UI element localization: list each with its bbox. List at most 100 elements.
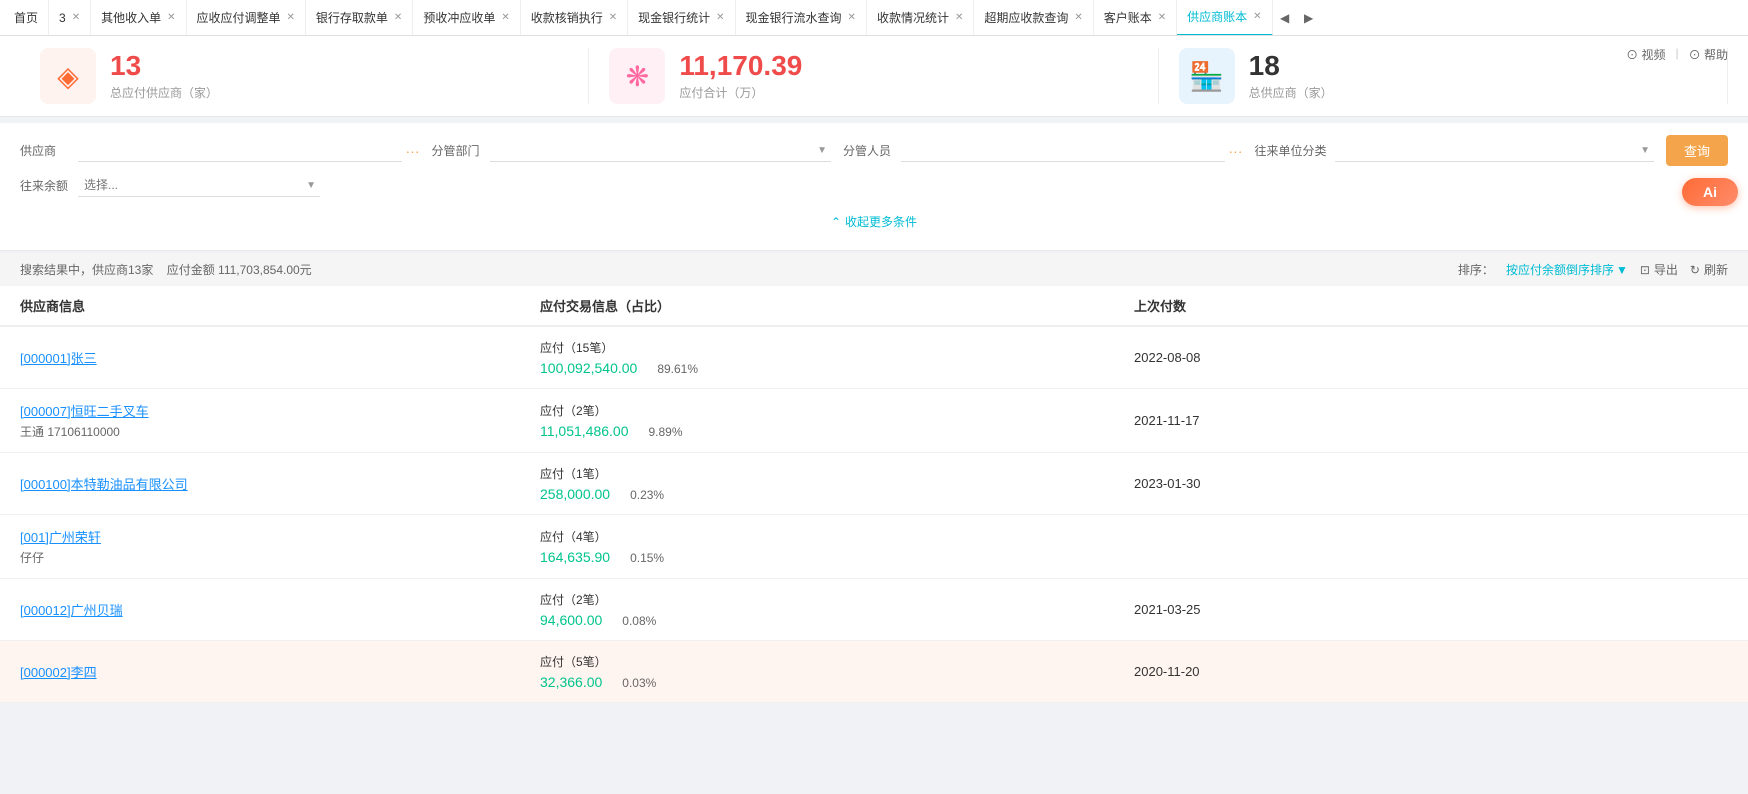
table-row: [001]广州荣轩 仔仔 应付（4笔） 164,635.90 0.15% <box>0 515 1748 579</box>
chevron-down-icon[interactable]: ▼ <box>302 180 320 191</box>
dept-input[interactable] <box>490 139 814 161</box>
video-link[interactable]: ⊙ 视频 <box>1626 46 1665 63</box>
close-icon[interactable]: ✕ <box>394 12 402 23</box>
nav-item-supplier-ledger[interactable]: 供应商账本 ✕ <box>1177 0 1272 36</box>
balance-label: 往来余额 <box>20 177 70 194</box>
close-icon[interactable]: ✕ <box>287 12 295 23</box>
nav-3-label: 3 <box>59 11 66 25</box>
tx-row: 94,600.00 0.08% <box>540 612 1134 628</box>
tx-label: 应付（1笔） <box>540 465 1134 482</box>
supplier-link[interactable]: [001]广州荣轩 <box>20 527 540 546</box>
close-icon[interactable]: ✕ <box>72 12 80 23</box>
nav-item-prepay[interactable]: 预收冲应收单 ✕ <box>413 0 520 36</box>
category-input[interactable] <box>1335 139 1637 161</box>
close-icon[interactable]: ✕ <box>609 12 617 23</box>
nav-supplier-ledger-label: 供应商账本 <box>1187 8 1247 25</box>
nav-item-cashflow[interactable]: 现金银行流水查询 ✕ <box>736 0 867 36</box>
nav-item-receipt[interactable]: 收款核销执行 ✕ <box>521 0 628 36</box>
chevron-down-icon[interactable]: ▼ <box>1636 145 1654 156</box>
tx-info-cell: 应付（4笔） 164,635.90 0.15% <box>540 528 1134 565</box>
balance-input[interactable] <box>78 174 302 196</box>
tx-row: 32,366.00 0.03% <box>540 674 1134 690</box>
supplier-link[interactable]: [000100]本特勒油品有限公司 <box>20 474 540 493</box>
close-icon[interactable]: ✕ <box>1253 11 1261 22</box>
supplier-info-cell: [000001]张三 <box>20 348 540 367</box>
tx-amount[interactable]: 94,600.00 <box>540 612 602 628</box>
person-input[interactable] <box>901 139 1225 162</box>
tx-amount[interactable]: 100,092,540.00 <box>540 360 637 376</box>
supplier-icon: ◈ <box>40 48 96 104</box>
supplier-link[interactable]: [000007]恒旺二手叉车 <box>20 401 540 420</box>
last-pay-cell: 2021-11-17 <box>1134 413 1728 428</box>
nav-item-overdue[interactable]: 超期应收款查询 ✕ <box>974 0 1093 36</box>
sort-value: 按应付余额倒序排序 <box>1506 261 1614 278</box>
tx-info-cell: 应付（2笔） 11,051,486.00 9.89% <box>540 402 1134 439</box>
tx-row: 11,051,486.00 9.89% <box>540 423 1134 439</box>
help-link[interactable]: ⊙ 帮助 <box>1689 46 1728 63</box>
close-icon[interactable]: ✕ <box>167 12 175 23</box>
help-label: 帮助 <box>1704 48 1728 62</box>
export-label: 导出 <box>1654 261 1678 278</box>
tx-percent: 89.61% <box>657 362 698 376</box>
ai-label: Ai <box>1703 184 1717 200</box>
tx-amount[interactable]: 258,000.00 <box>540 486 610 502</box>
table-row: [000001]张三 应付（15笔） 100,092,540.00 89.61%… <box>0 327 1748 389</box>
sort-area: 排序： 按应付余额倒序排序 ▼ ⊡ 导出 ↻ 刷新 <box>1458 261 1728 278</box>
last-pay-cell: 2021-03-25 <box>1134 602 1728 617</box>
nav-receipt-stat-label: 收款情况统计 <box>877 9 949 26</box>
video-label: 视频 <box>1641 48 1665 62</box>
tx-amount[interactable]: 11,051,486.00 <box>540 423 629 439</box>
category-label: 往来单位分类 <box>1255 142 1327 159</box>
supplier-dots-btn[interactable]: ··· <box>406 143 420 159</box>
sort-select[interactable]: 按应付余额倒序排序 ▼ <box>1506 261 1628 278</box>
close-icon[interactable]: ✕ <box>955 12 963 23</box>
supplier-link[interactable]: [000002]李四 <box>20 662 540 681</box>
query-button[interactable]: 查询 <box>1666 135 1728 166</box>
supplier-link[interactable]: [000001]张三 <box>20 348 540 367</box>
tx-info-cell: 应付（1笔） 258,000.00 0.23% <box>540 465 1134 502</box>
stat-payable-total-number: 11,170.39 <box>679 52 802 80</box>
nav-item-customer-ledger[interactable]: 客户账本 ✕ <box>1094 0 1177 36</box>
nav-item-3[interactable]: 3 ✕ <box>49 0 91 36</box>
nav-item-bank[interactable]: 银行存取款单 ✕ <box>306 0 413 36</box>
ai-badge[interactable]: Ai <box>1682 178 1738 206</box>
nav-item-home[interactable]: 首页 <box>4 0 49 36</box>
close-icon[interactable]: ✕ <box>1158 12 1166 23</box>
person-dots-btn[interactable]: ··· <box>1229 143 1243 159</box>
chevron-down-icon[interactable]: ▼ <box>813 145 831 156</box>
nav-item-adjust[interactable]: 应收应付调整单 ✕ <box>187 0 306 36</box>
nav-item-cashbank[interactable]: 现金银行统计 ✕ <box>628 0 735 36</box>
export-button[interactable]: ⊡ 导出 <box>1640 261 1678 278</box>
tx-label: 应付（2笔） <box>540 402 1134 419</box>
nav-customer-ledger-label: 客户账本 <box>1104 9 1152 26</box>
person-field: 分管人员 ··· <box>843 139 1243 162</box>
close-icon[interactable]: ✕ <box>716 12 724 23</box>
supplier-info-cell: [000002]李四 <box>20 662 540 681</box>
nav-left-arrow[interactable]: ◀ <box>1273 0 1297 36</box>
col-supplier-info: 供应商信息 <box>20 296 540 315</box>
tx-percent: 0.23% <box>630 488 664 502</box>
refresh-button[interactable]: ↻ 刷新 <box>1690 261 1728 278</box>
nav-home-label: 首页 <box>14 9 38 26</box>
nav-item-receipt-stat[interactable]: 收款情况统计 ✕ <box>867 0 974 36</box>
close-icon[interactable]: ✕ <box>848 12 856 23</box>
stat-block-3-text: 18 总供应商（家） <box>1249 52 1333 101</box>
tx-percent: 0.08% <box>622 614 656 628</box>
balance-select-wrapper: ▼ <box>78 174 320 197</box>
close-icon[interactable]: ✕ <box>501 12 509 23</box>
last-pay-date: 2021-11-17 <box>1134 413 1200 428</box>
table-header: 供应商信息 应付交易信息（占比） 上次付数 <box>0 286 1748 327</box>
close-icon[interactable]: ✕ <box>1074 12 1082 23</box>
nav-item-other-income[interactable]: 其他收入单 ✕ <box>91 0 186 36</box>
tx-label: 应付（4笔） <box>540 528 1134 545</box>
last-pay-cell: 2023-01-30 <box>1134 476 1728 491</box>
supplier-field: 供应商 ··· <box>20 139 420 162</box>
nav-right-arrow[interactable]: ▶ <box>1297 0 1321 36</box>
tx-amount[interactable]: 164,635.90 <box>540 549 610 565</box>
tx-row: 258,000.00 0.23% <box>540 486 1134 502</box>
tx-info-cell: 应付（2笔） 94,600.00 0.08% <box>540 591 1134 628</box>
supplier-input[interactable] <box>78 139 402 162</box>
collapse-button[interactable]: ⌃ 收起更多条件 <box>20 213 1728 230</box>
tx-amount[interactable]: 32,366.00 <box>540 674 602 690</box>
supplier-link[interactable]: [000012]广州贝瑞 <box>20 600 540 619</box>
